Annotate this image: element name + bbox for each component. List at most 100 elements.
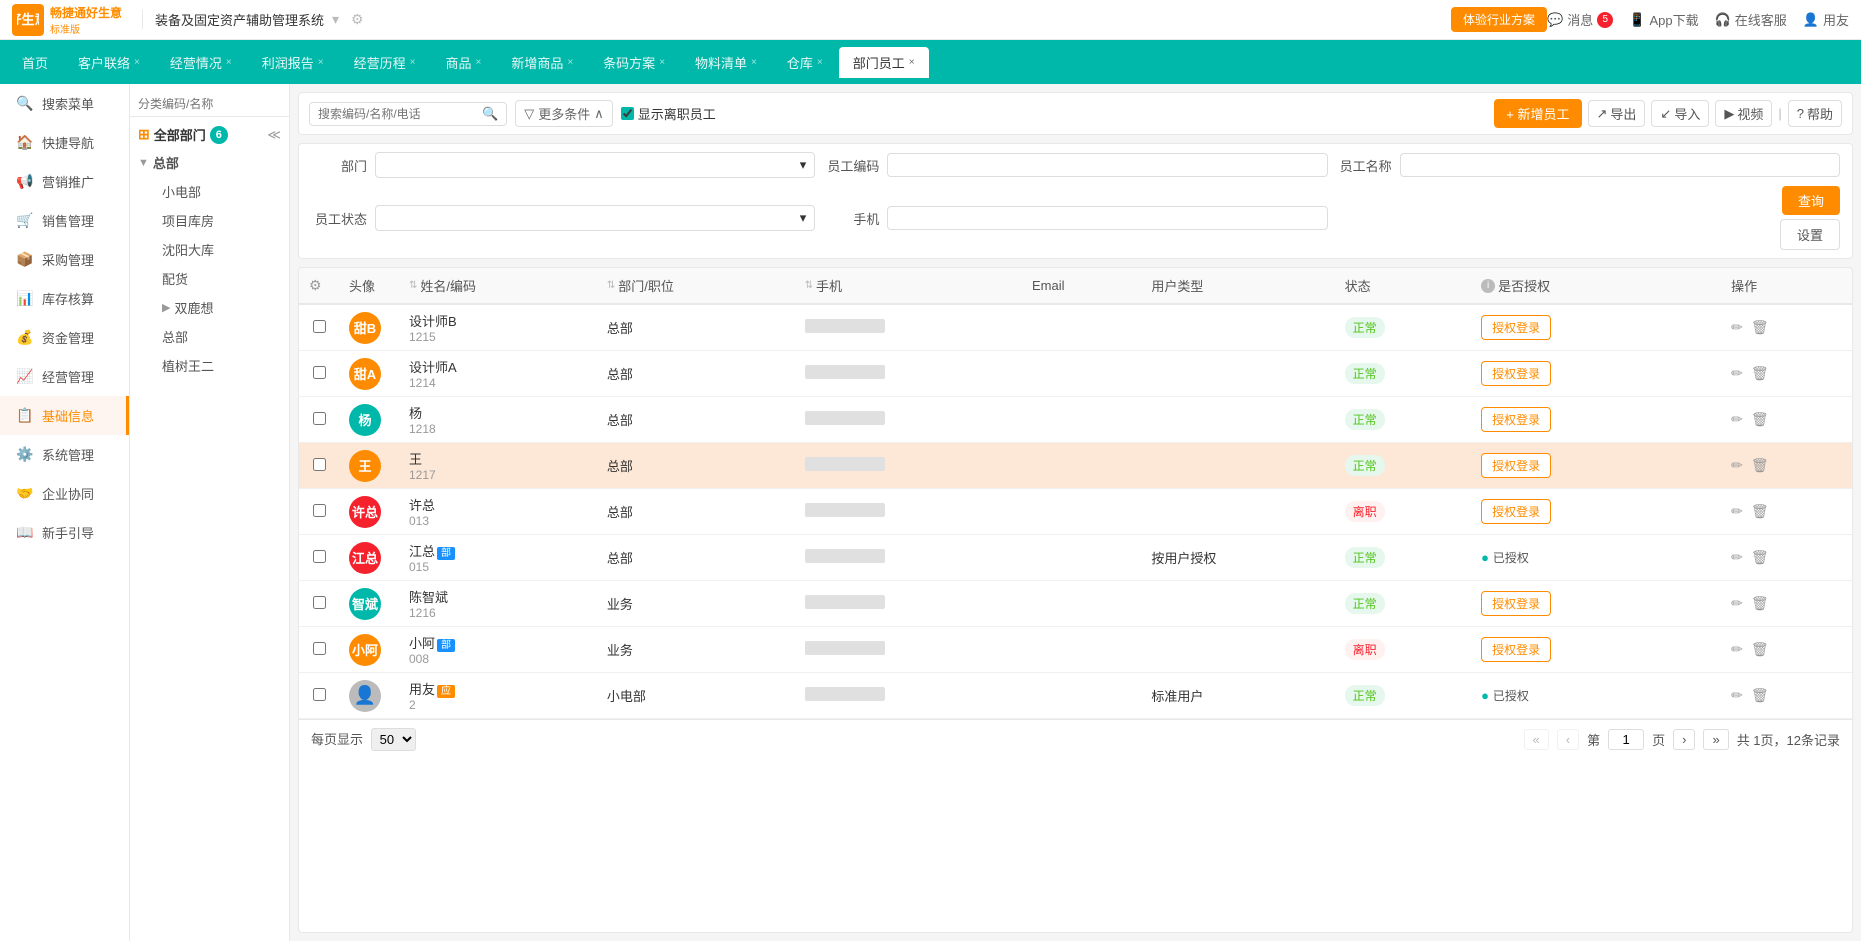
tab-close-icon[interactable]: × — [134, 57, 140, 68]
td-checkbox[interactable] — [299, 443, 339, 489]
user-action[interactable]: 👤 用友 — [1803, 10, 1849, 29]
show-resign-checkbox[interactable] — [621, 107, 634, 120]
delete-icon[interactable]: 🗑 — [1751, 319, 1769, 336]
delete-icon[interactable]: 🗑 — [1751, 503, 1769, 520]
row-checkbox[interactable] — [313, 642, 326, 655]
edit-icon[interactable]: ✏ — [1731, 641, 1743, 658]
delete-icon[interactable]: 🗑 — [1751, 641, 1769, 658]
more-filter-btn[interactable]: ▽ 更多条件 ∧ — [515, 100, 613, 127]
tree-node-peihuo[interactable]: 配货 — [130, 264, 289, 293]
auth-button[interactable]: 授权登录 — [1481, 361, 1551, 386]
delete-icon[interactable]: 🗑 — [1751, 687, 1769, 704]
query-button[interactable]: 查询 — [1782, 186, 1840, 215]
tree-node-shuanglu[interactable]: ▶ 双鹿想 — [130, 293, 289, 322]
tree-node-zhishu[interactable]: 植树王二 — [130, 351, 289, 380]
tab-close-icon[interactable]: × — [318, 57, 324, 68]
tab-close-icon[interactable]: × — [410, 57, 416, 68]
sidebar-item-guide[interactable]: 📖新手引导 — [0, 513, 129, 552]
tab-close-icon[interactable]: × — [475, 57, 481, 68]
nav-tab-新增商品[interactable]: 新增商品× — [497, 47, 587, 78]
th-phone[interactable]: ⇅手机 — [795, 268, 1022, 304]
search-icon[interactable]: 🔍 — [482, 106, 498, 122]
td-checkbox[interactable] — [299, 535, 339, 581]
td-checkbox[interactable] — [299, 397, 339, 443]
delete-icon[interactable]: 🗑 — [1751, 365, 1769, 382]
edit-icon[interactable]: ✏ — [1731, 549, 1743, 566]
app-download-action[interactable]: 📱 App下载 — [1629, 10, 1698, 29]
td-checkbox[interactable] — [299, 304, 339, 351]
edit-icon[interactable]: ✏ — [1731, 687, 1743, 704]
row-checkbox[interactable] — [313, 320, 326, 333]
show-resign-label[interactable]: 显示离职员工 — [621, 104, 716, 123]
title-dropdown-icon[interactable]: ▾ — [332, 11, 339, 28]
export-button[interactable]: ↗ 导出 — [1588, 100, 1646, 127]
tree-node-zongbu[interactable]: 总部 — [130, 322, 289, 351]
edit-icon[interactable]: ✏ — [1731, 411, 1743, 428]
edit-icon[interactable]: ✏ — [1731, 595, 1743, 612]
collapse-icon[interactable]: ≪ — [267, 127, 281, 143]
th-dept[interactable]: ⇅部门/职位 — [597, 268, 795, 304]
sidebar-item-inventory[interactable]: 📊库存核算 — [0, 279, 129, 318]
nav-tab-经营历程[interactable]: 经营历程× — [340, 47, 430, 78]
auth-button[interactable]: 授权登录 — [1481, 591, 1551, 616]
tree-node-xiangmu[interactable]: 项目库房 — [130, 206, 289, 235]
dept-search-input[interactable] — [138, 97, 290, 111]
page-input[interactable] — [1608, 729, 1644, 750]
edit-icon[interactable]: ✏ — [1731, 365, 1743, 382]
filter-emp-name-input[interactable] — [1400, 153, 1840, 177]
td-checkbox[interactable] — [299, 351, 339, 397]
online-service-action[interactable]: 🎧 在线客服 — [1715, 10, 1787, 29]
next-page-btn[interactable]: › — [1673, 729, 1695, 750]
sidebar-item-purchase[interactable]: 📦采购管理 — [0, 240, 129, 279]
tab-close-icon[interactable]: × — [751, 57, 757, 68]
nav-tab-条码方案[interactable]: 条码方案× — [589, 47, 679, 78]
tab-close-icon[interactable]: × — [909, 57, 915, 68]
edit-icon[interactable]: ✏ — [1731, 457, 1743, 474]
search-input[interactable] — [318, 107, 478, 121]
sidebar-item-cooperation[interactable]: 🤝企业协同 — [0, 474, 129, 513]
td-checkbox[interactable] — [299, 627, 339, 673]
sidebar-item-quick-nav[interactable]: 🏠快捷导航 — [0, 123, 129, 162]
nav-tab-客户联络[interactable]: 客户联络× — [64, 47, 154, 78]
tab-close-icon[interactable]: × — [226, 57, 232, 68]
gear-icon[interactable]: ⚙ — [309, 277, 322, 293]
prev-page-btn[interactable]: ‹ — [1557, 729, 1579, 750]
last-page-btn[interactable]: » — [1703, 729, 1728, 750]
nav-tab-首页[interactable]: 首页 — [8, 47, 62, 78]
tree-node-shenyang[interactable]: 沈阳大库 — [130, 235, 289, 264]
filter-phone-input[interactable] — [887, 206, 1327, 230]
filter-dept-select[interactable]: ▾ — [375, 152, 815, 178]
nav-tab-仓库[interactable]: 仓库× — [773, 47, 837, 78]
sidebar-item-sales[interactable]: 🛒销售管理 — [0, 201, 129, 240]
delete-icon[interactable]: 🗑 — [1751, 595, 1769, 612]
nav-tab-商品[interactable]: 商品× — [431, 47, 495, 78]
tab-close-icon[interactable]: × — [659, 57, 665, 68]
tab-close-icon[interactable]: × — [817, 57, 823, 68]
first-page-btn[interactable]: « — [1524, 729, 1549, 750]
row-checkbox[interactable] — [313, 596, 326, 609]
td-checkbox[interactable] — [299, 581, 339, 627]
delete-icon[interactable]: 🗑 — [1751, 411, 1769, 428]
sidebar-item-search-menu[interactable]: 🔍搜索菜单 — [0, 84, 129, 123]
th-name[interactable]: ⇅姓名/编码 — [399, 268, 597, 304]
row-checkbox[interactable] — [313, 504, 326, 517]
message-action[interactable]: 💬 消息 5 — [1547, 10, 1613, 29]
nav-tab-部门员工[interactable]: 部门员工× — [839, 47, 929, 78]
auth-button[interactable]: 授权登录 — [1481, 453, 1551, 478]
add-employee-button[interactable]: + 新增员工 — [1494, 99, 1581, 128]
td-checkbox[interactable] — [299, 489, 339, 535]
filter-emp-code-input[interactable] — [887, 153, 1327, 177]
help-button[interactable]: ? 帮助 — [1788, 100, 1842, 127]
auth-button[interactable]: 授权登录 — [1481, 637, 1551, 662]
sidebar-item-system[interactable]: ⚙️系统管理 — [0, 435, 129, 474]
row-checkbox[interactable] — [313, 458, 326, 471]
video-button[interactable]: ▶ 视频 — [1715, 100, 1772, 127]
tab-close-icon[interactable]: × — [567, 57, 573, 68]
row-checkbox[interactable] — [313, 550, 326, 563]
delete-icon[interactable]: 🗑 — [1751, 549, 1769, 566]
set-button[interactable]: 设置 — [1780, 219, 1840, 250]
auth-button[interactable]: 授权登录 — [1481, 499, 1551, 524]
per-page-select[interactable]: 50 — [371, 728, 416, 751]
auth-button[interactable]: 授权登录 — [1481, 407, 1551, 432]
delete-icon[interactable]: 🗑 — [1751, 457, 1769, 474]
